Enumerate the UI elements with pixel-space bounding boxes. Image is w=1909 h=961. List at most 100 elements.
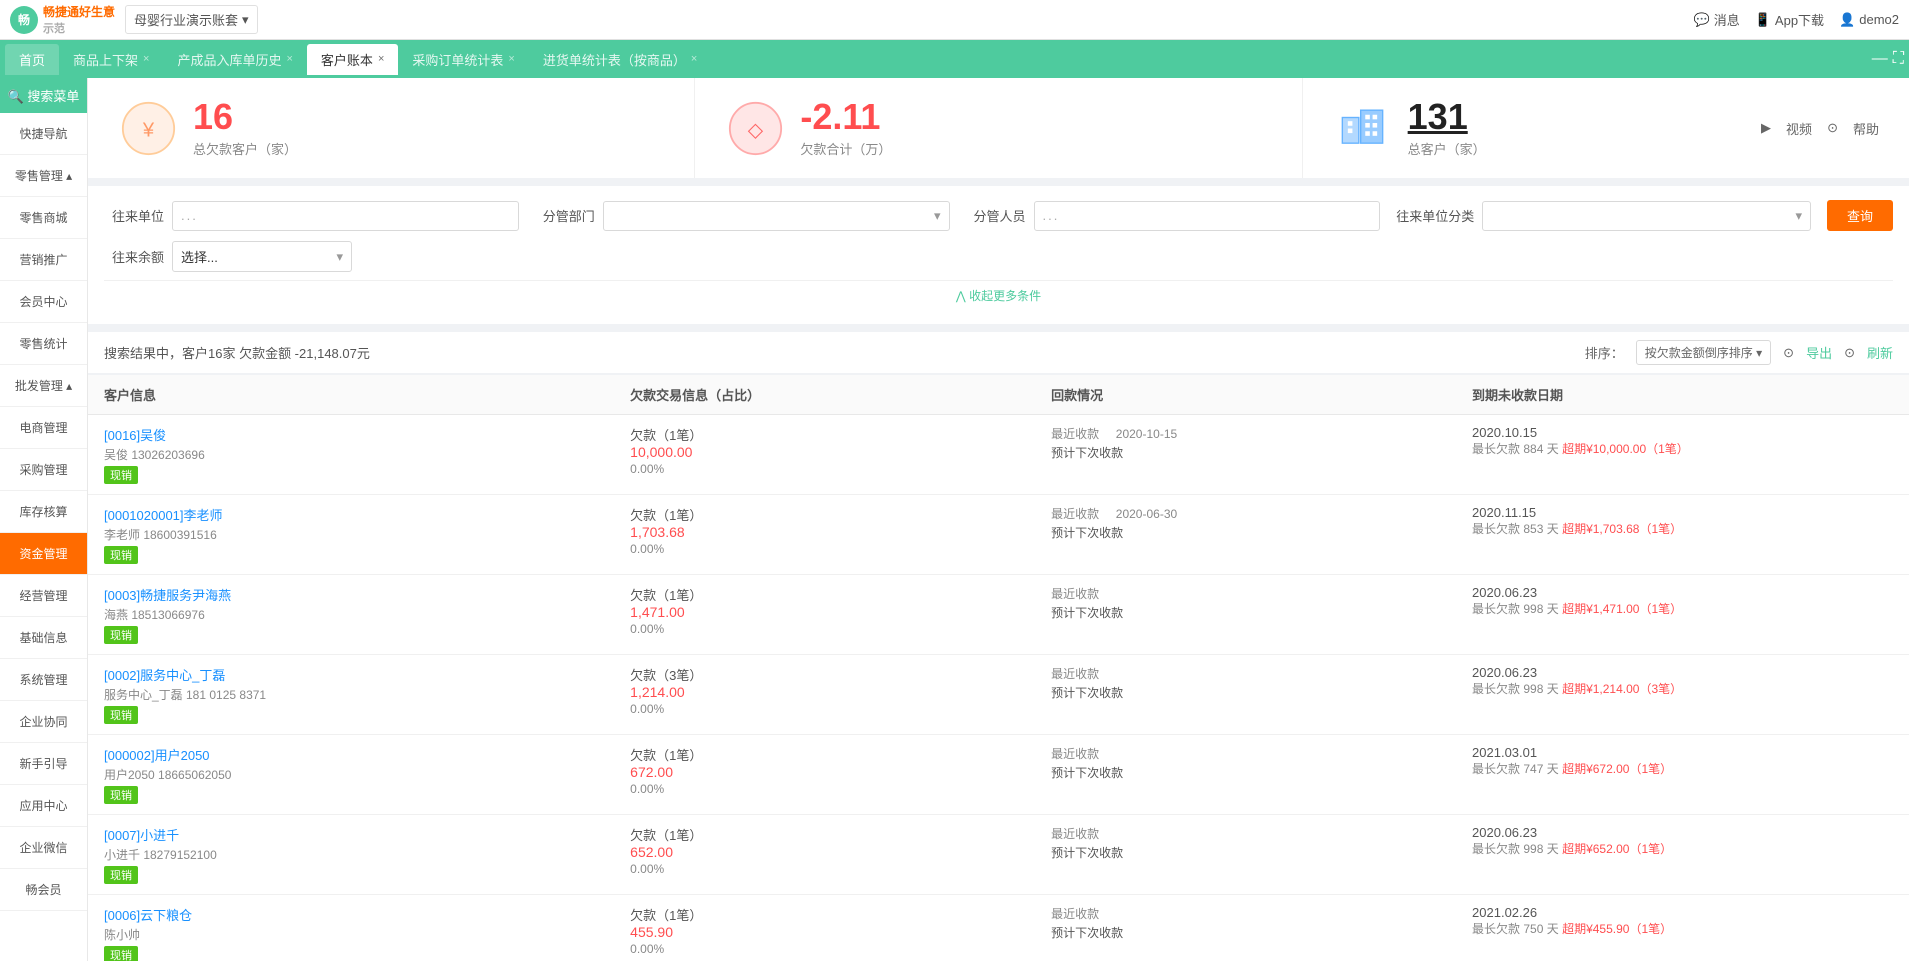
tab-customer-account[interactable]: 客户账本 ×	[307, 44, 398, 75]
sidebar-item-system[interactable]: 系统管理	[0, 659, 87, 701]
debt-pct-1: 0.00%	[630, 462, 1051, 476]
avatar-icon: 👤	[1839, 12, 1855, 28]
sidebar-item-app-center[interactable]: 应用中心	[0, 785, 87, 827]
table-row: [0016]吴俊 吴俊 13026203696 现销 欠款（1笔） 10,000…	[88, 415, 1909, 495]
recovery-cell-5: 最近收款 预计下次收款	[1051, 745, 1472, 781]
sort-select[interactable]: 按欠款金额倒序排序 ▾	[1636, 340, 1771, 365]
tab-goods-close[interactable]: ×	[143, 53, 149, 65]
overdue-amount-2[interactable]: 超期¥1,703.68（1笔）	[1562, 522, 1682, 536]
message-btn[interactable]: 💬 消息	[1694, 10, 1740, 29]
overdue-days-5: 最长欠款 747 天 超期¥672.00（1笔）	[1472, 760, 1893, 777]
sidebar-item-enterprise[interactable]: 企业协同	[0, 701, 87, 743]
customer-tag-2: 现销	[104, 546, 138, 564]
sidebar-item-quick-nav[interactable]: 快捷导航	[0, 113, 87, 155]
sidebar-item-operation[interactable]: 经营管理	[0, 575, 87, 617]
company-selector[interactable]: 母婴行业演示账套 ▾	[125, 5, 258, 34]
search-icon: 🔍	[8, 89, 24, 104]
refresh-btn[interactable]: 刷新	[1867, 343, 1893, 362]
tab-purchase-stats[interactable]: 进货单统计表（按商品） ×	[529, 44, 711, 75]
app-icon: 📱	[1755, 12, 1771, 28]
sidebar-item-basic-info[interactable]: 基础信息	[0, 617, 87, 659]
app-download-btn[interactable]: 📱 App下载	[1755, 10, 1824, 29]
debt-count-7: 欠款（1笔）	[630, 905, 1051, 924]
customer-name-5[interactable]: [000002]用户2050	[104, 748, 210, 763]
tab-purchase-order-label: 采购订单统计表	[412, 50, 503, 69]
filter-person-input[interactable]: ...	[1034, 201, 1381, 231]
debt-count-4: 欠款（3笔）	[630, 665, 1051, 684]
tab-purchase-order-close[interactable]: ×	[508, 53, 514, 65]
stat-icon-total-debt: ◇	[725, 98, 785, 158]
sidebar-item-enterprise-wechat[interactable]: 企业微信	[0, 827, 87, 869]
debt-cell-4: 欠款（3笔） 1,214.00 0.00%	[630, 665, 1051, 716]
customer-tag-1: 现销	[104, 466, 138, 484]
tab-production[interactable]: 产成品入库单历史 ×	[163, 44, 306, 75]
tab-production-close[interactable]: ×	[286, 53, 292, 65]
help-label[interactable]: 帮助	[1853, 119, 1879, 138]
tab-home[interactable]: 首页	[5, 44, 59, 75]
results-actions: 排序： 按欠款金额倒序排序 ▾ ⊙ 导出 ⊙ 刷新	[1585, 340, 1893, 365]
customer-name-1[interactable]: [0016]吴俊	[104, 428, 166, 443]
main-content: ¥ 16 总欠款客户（家） ◇ -2.11 欠款合计（	[88, 78, 1909, 961]
recovery-cell-2: 最近收款 2020-06-30 预计下次收款	[1051, 505, 1472, 541]
debt-amount-1: 10,000.00	[630, 444, 692, 460]
tab-bar: 首页 商品上下架 × 产成品入库单历史 × 客户账本 × 采购订单统计表 × 进…	[0, 40, 1909, 78]
filter-from-unit-input[interactable]: ...	[172, 201, 519, 231]
tab-maximize-icon[interactable]: ⛶	[1893, 50, 1904, 68]
view-video-label[interactable]: 视频	[1786, 119, 1812, 138]
overdue-amount-3[interactable]: 超期¥1,471.00（1笔）	[1562, 602, 1682, 616]
layout: 🔍 搜索菜单 快捷导航 零售管理 ▴ 零售商城 营销推广 会员中心 零售统计 批…	[0, 78, 1909, 961]
filter-row-2: 往来余额 选择... ▾	[104, 241, 1893, 272]
customer-tag-5: 现销	[104, 786, 138, 804]
customer-name-2[interactable]: [0001020001]李老师	[104, 508, 223, 523]
sidebar-item-retail-stats[interactable]: 零售统计	[0, 323, 87, 365]
user-avatar[interactable]: 👤 demo2	[1839, 12, 1899, 28]
tab-purchase-stats-close[interactable]: ×	[691, 53, 697, 65]
sidebar-item-newbie[interactable]: 新手引导	[0, 743, 87, 785]
table-row: [000002]用户2050 用户2050 18665062050 现销 欠款（…	[88, 735, 1909, 815]
customer-name-6[interactable]: [0007]小进千	[104, 828, 179, 843]
filter-dept-select[interactable]: ▾	[603, 201, 950, 231]
next-recovery-5: 预计下次收款	[1051, 764, 1472, 781]
username: demo2	[1859, 12, 1899, 27]
stat-card-total-debt: ◇ -2.11 欠款合计（万）	[695, 78, 1302, 178]
tab-minimize-icon[interactable]: —	[1872, 50, 1888, 68]
overdue-cell-4: 2020.06.23 最长欠款 998 天 超期¥1,214.00（3笔）	[1472, 665, 1893, 697]
customer-name-3[interactable]: [0003]畅捷服务尹海燕	[104, 588, 231, 603]
sort-label: 排序：	[1585, 343, 1624, 362]
search-button[interactable]: 查询	[1827, 200, 1893, 231]
tab-customer-account-close[interactable]: ×	[378, 53, 384, 65]
sidebar-item-ecommerce[interactable]: 电商管理	[0, 407, 87, 449]
tab-goods[interactable]: 商品上下架 ×	[59, 44, 163, 75]
stat-number-total-customers: 131	[1408, 99, 1746, 135]
customer-name-7[interactable]: [0006]云下粮仓	[104, 908, 192, 923]
sidebar-item-member[interactable]: 会员中心	[0, 281, 87, 323]
overdue-days-4: 最长欠款 998 天 超期¥1,214.00（3笔）	[1472, 680, 1893, 697]
sidebar-item-wholesale[interactable]: 批发管理 ▴	[0, 365, 87, 407]
stat-card-debtors: ¥ 16 总欠款客户（家）	[88, 78, 695, 178]
recovery-label-2: 最近收款 2020-06-30	[1051, 505, 1472, 522]
sidebar-item-member-plus[interactable]: 畅会员	[0, 869, 87, 911]
overdue-amount-5[interactable]: 超期¥672.00（1笔）	[1562, 762, 1672, 776]
overdue-cell-2: 2020.11.15 最长欠款 853 天 超期¥1,703.68（1笔）	[1472, 505, 1893, 537]
sidebar-search[interactable]: 🔍 搜索菜单	[0, 78, 87, 113]
filter-unit-category-select[interactable]: ▾	[1482, 201, 1811, 231]
sidebar-item-marketing[interactable]: 营销推广	[0, 239, 87, 281]
sidebar-item-inventory[interactable]: 库存核算	[0, 491, 87, 533]
overdue-amount-7[interactable]: 超期¥455.90（1笔）	[1562, 922, 1672, 936]
sidebar-item-retail-mgmt[interactable]: 零售管理 ▴	[0, 155, 87, 197]
debt-pct-6: 0.00%	[630, 862, 1051, 876]
tab-purchase-order[interactable]: 采购订单统计表 ×	[398, 44, 528, 75]
overdue-date-3: 2020.06.23	[1472, 585, 1893, 600]
overdue-amount-4[interactable]: 超期¥1,214.00（3笔）	[1562, 682, 1682, 696]
export-btn[interactable]: 导出	[1806, 343, 1832, 362]
sidebar-item-retail-mall[interactable]: 零售商城	[0, 197, 87, 239]
customer-name-4[interactable]: [0002]服务中心_丁磊	[104, 668, 225, 683]
sidebar-item-finance[interactable]: 资金管理	[0, 533, 87, 575]
filter-balance-select[interactable]: 选择... ▾	[172, 241, 352, 272]
overdue-amount-1[interactable]: 超期¥10,000.00（1笔）	[1562, 442, 1689, 456]
overdue-amount-6[interactable]: 超期¥652.00（1笔）	[1562, 842, 1672, 856]
collapse-bar[interactable]: ⋀ 收起更多条件	[104, 280, 1893, 310]
top-bar-left: 畅 畅捷通好生意 示范 母婴行业演示账套 ▾	[10, 3, 258, 36]
customer-sub-7: 陈小帅	[104, 926, 630, 943]
sidebar-item-purchase[interactable]: 采购管理	[0, 449, 87, 491]
